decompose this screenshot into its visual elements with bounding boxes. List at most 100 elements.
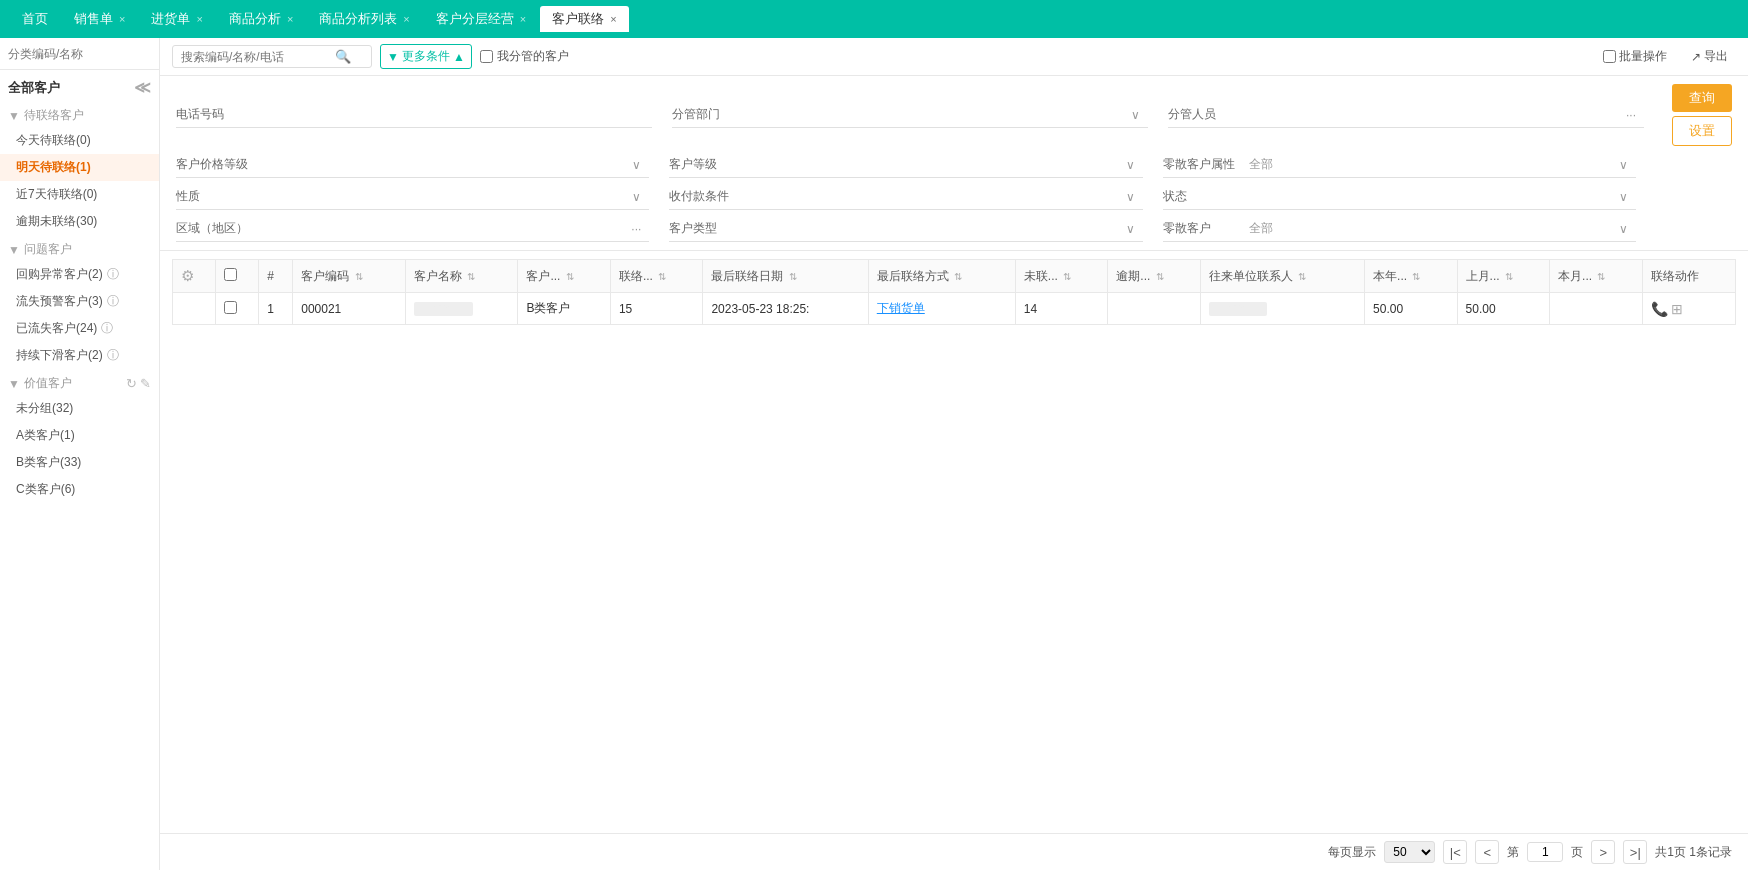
nav-purchase-order-close[interactable]: × bbox=[196, 13, 202, 25]
sort-icon-this-month[interactable]: ⇅ bbox=[1597, 271, 1605, 282]
sidebar-item-a-class[interactable]: A类客户(1) bbox=[0, 422, 159, 449]
sidebar-item-ungrouped[interactable]: 未分组(32) bbox=[0, 395, 159, 422]
page-number-input[interactable] bbox=[1527, 842, 1563, 862]
export-button[interactable]: ↗ 导出 bbox=[1683, 45, 1736, 68]
filter-retail-attr-wrapper[interactable]: 全部 ∨ bbox=[1249, 156, 1628, 173]
sort-icon-company-contact[interactable]: ⇅ bbox=[1298, 271, 1306, 282]
cell-checkbox bbox=[216, 293, 259, 325]
sort-icon-overdue[interactable]: ⇅ bbox=[1156, 271, 1164, 282]
sort-icon-type[interactable]: ⇅ bbox=[566, 271, 574, 282]
filter-manager-select-wrapper[interactable]: ··· bbox=[1254, 108, 1636, 122]
filter-status-wrapper[interactable]: ∨ bbox=[1249, 190, 1628, 204]
filter-phone-input[interactable] bbox=[262, 108, 644, 122]
main-search-icon[interactable]: 🔍 bbox=[335, 49, 351, 64]
last-page-button[interactable]: >| bbox=[1623, 840, 1647, 864]
th-overdue[interactable]: 逾期... ⇅ bbox=[1108, 260, 1200, 293]
reset-button[interactable]: 设置 bbox=[1672, 116, 1732, 146]
filter-row-4: 区域（地区） ··· 客户类型 ∨ 零散客户 bbox=[176, 216, 1732, 242]
nav-customer-stratification[interactable]: 客户分层经营 × bbox=[424, 6, 538, 32]
sidebar-item-repurchase-abnormal[interactable]: 回购异常客户(2) ⓘ bbox=[0, 261, 159, 288]
sort-icon-code[interactable]: ⇅ bbox=[355, 271, 363, 282]
filter-customer-type-wrapper[interactable]: ∨ bbox=[755, 222, 1134, 236]
filter-payment-wrapper[interactable]: ∨ bbox=[755, 190, 1134, 204]
main-search-input[interactable] bbox=[181, 50, 331, 64]
th-last-contact-method[interactable]: 最后联络方式 ⇅ bbox=[868, 260, 1015, 293]
th-customer-type[interactable]: 客户... ⇅ bbox=[518, 260, 610, 293]
sidebar-search-input[interactable] bbox=[8, 47, 158, 61]
nav-purchase-order[interactable]: 进货单 × bbox=[139, 6, 214, 32]
sidebar-item-churned[interactable]: 已流失客户(24) ⓘ bbox=[0, 315, 159, 342]
sidebar-item-b-class[interactable]: B类客户(33) bbox=[0, 449, 159, 476]
nav-product-analysis[interactable]: 商品分析 × bbox=[217, 6, 305, 32]
sidebar-item-declining[interactable]: 持续下滑客户(2) ⓘ bbox=[0, 342, 159, 369]
cell-index: 1 bbox=[259, 293, 293, 325]
last-contact-method-link[interactable]: 下销货单 bbox=[877, 301, 925, 315]
more-conditions-button[interactable]: ▼ 更多条件 ▲ bbox=[380, 44, 472, 69]
action-more-icon[interactable]: ⊞ bbox=[1671, 301, 1683, 317]
filter-region-wrapper[interactable]: ··· bbox=[262, 222, 641, 236]
edit-icon[interactable]: ✎ bbox=[140, 376, 151, 391]
next-page-button[interactable]: > bbox=[1591, 840, 1615, 864]
batch-operation-button[interactable]: 批量操作 bbox=[1595, 45, 1675, 68]
nav-sales-order[interactable]: 销售单 × bbox=[62, 6, 137, 32]
all-customers-collapse[interactable]: ≪ bbox=[134, 78, 151, 97]
page-label: 第 bbox=[1507, 844, 1519, 861]
nav-product-analysis-list[interactable]: 商品分析列表 × bbox=[307, 6, 421, 32]
sidebar-item-overdue-pending[interactable]: 逾期未联络(30) bbox=[0, 208, 159, 235]
sidebar-item-today-pending[interactable]: 今天待联络(0) bbox=[0, 127, 159, 154]
filter-nature-wrapper[interactable]: ∨ bbox=[262, 190, 641, 204]
th-last-contact-date[interactable]: 最后联络日期 ⇅ bbox=[703, 260, 868, 293]
batch-select-all[interactable] bbox=[1603, 50, 1616, 63]
filter-nature-chevron: ∨ bbox=[632, 190, 641, 204]
filter-retail-customer-wrapper[interactable]: 全部 ∨ bbox=[1249, 220, 1628, 237]
th-company-contact[interactable]: 往来单位联系人 ⇅ bbox=[1200, 260, 1364, 293]
sort-icon-no-contact[interactable]: ⇅ bbox=[1063, 271, 1071, 282]
select-all-checkbox[interactable] bbox=[224, 268, 237, 281]
sort-icon-name[interactable]: ⇅ bbox=[467, 271, 475, 282]
query-button[interactable]: 查询 bbox=[1672, 84, 1732, 112]
filter-price-level-chevron: ∨ bbox=[632, 158, 641, 172]
first-page-button[interactable]: |< bbox=[1443, 840, 1467, 864]
filter-price-level-wrapper[interactable]: ∨ bbox=[262, 158, 641, 172]
refresh-icon[interactable]: ↻ bbox=[126, 376, 137, 391]
nav-customer-contact[interactable]: 客户联络 × bbox=[540, 6, 628, 32]
sidebar-item-tomorrow-pending[interactable]: 明天待联络(1) bbox=[0, 154, 159, 181]
nav-product-analysis-list-close[interactable]: × bbox=[403, 13, 409, 25]
action-phone-icon[interactable]: 📞 bbox=[1651, 301, 1668, 317]
sidebar-item-c-class[interactable]: C类客户(6) bbox=[0, 476, 159, 503]
filter-customer-grade-wrapper[interactable]: ∨ bbox=[755, 158, 1134, 172]
th-this-year[interactable]: 本年... ⇅ bbox=[1365, 260, 1457, 293]
sort-icon-this-year[interactable]: ⇅ bbox=[1412, 271, 1420, 282]
my-customers-checkbox[interactable] bbox=[480, 50, 493, 63]
nav-customer-stratification-close[interactable]: × bbox=[520, 13, 526, 25]
filter-region-dots[interactable]: ··· bbox=[631, 222, 641, 236]
prev-page-button[interactable]: < bbox=[1475, 840, 1499, 864]
sort-icon-date[interactable]: ⇅ bbox=[789, 271, 797, 282]
nav-home[interactable]: 首页 bbox=[10, 6, 60, 32]
th-contact[interactable]: 联络... ⇅ bbox=[610, 260, 702, 293]
sidebar-item-7day-pending[interactable]: 近7天待联络(0) bbox=[0, 181, 159, 208]
th-customer-code[interactable]: 客户编码 ⇅ bbox=[293, 260, 406, 293]
data-table: ⚙ # 客户编码 ⇅ 客户名称 bbox=[172, 259, 1736, 325]
th-no-contact[interactable]: 未联... ⇅ bbox=[1015, 260, 1107, 293]
row-checkbox[interactable] bbox=[224, 301, 237, 314]
sort-icon-contact[interactable]: ⇅ bbox=[658, 271, 666, 282]
all-customers-header[interactable]: 全部客户 ≪ bbox=[0, 70, 159, 101]
th-customer-name[interactable]: 客户名称 ⇅ bbox=[405, 260, 518, 293]
sidebar-item-churn-warning[interactable]: 流失预警客户(3) ⓘ bbox=[0, 288, 159, 315]
sort-icon-method[interactable]: ⇅ bbox=[954, 271, 962, 282]
th-last-month[interactable]: 上月... ⇅ bbox=[1457, 260, 1549, 293]
nav-sales-order-close[interactable]: × bbox=[119, 13, 125, 25]
nav-product-analysis-close[interactable]: × bbox=[287, 13, 293, 25]
per-page-select[interactable]: 50 10 20 100 bbox=[1384, 841, 1435, 863]
filter-manager-dots[interactable]: ··· bbox=[1626, 108, 1636, 122]
sort-icon-last-month[interactable]: ⇅ bbox=[1505, 271, 1513, 282]
nav-customer-contact-close[interactable]: × bbox=[610, 13, 616, 25]
filter-dept-chevron: ∨ bbox=[1131, 108, 1140, 122]
cell-customer-type: B类客户 bbox=[518, 293, 610, 325]
my-customers-checkbox-label[interactable]: 我分管的客户 bbox=[480, 48, 569, 65]
gear-icon[interactable]: ⚙ bbox=[181, 267, 194, 284]
th-this-month[interactable]: 本月... ⇅ bbox=[1550, 260, 1642, 293]
cell-customer-code: 000021 bbox=[293, 293, 406, 325]
filter-dept-select-wrapper[interactable]: ∨ bbox=[758, 108, 1140, 122]
